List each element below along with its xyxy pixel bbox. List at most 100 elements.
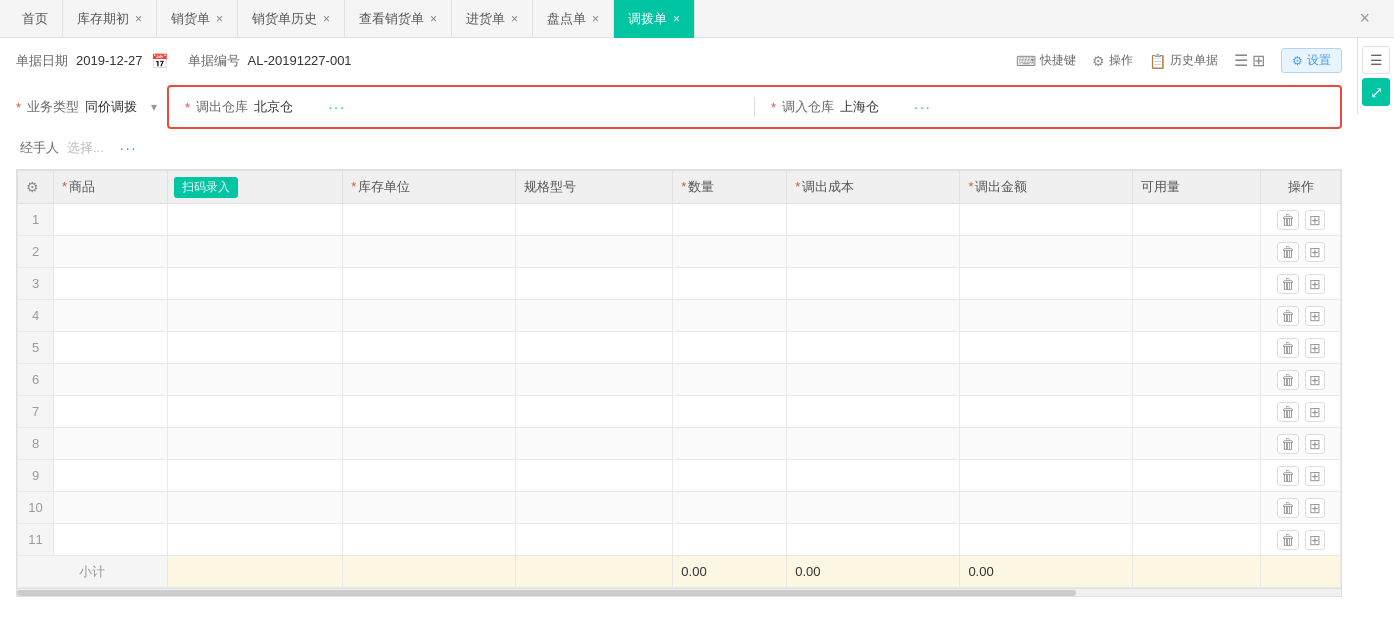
- delete-row-icon[interactable]: 🗑: [1277, 210, 1299, 230]
- person-more-icon[interactable]: ···: [120, 140, 138, 156]
- date-label: 单据日期: [16, 52, 68, 70]
- close-tab-sales-history[interactable]: ×: [323, 12, 330, 26]
- operate-action[interactable]: ⚙ 操作: [1092, 52, 1133, 69]
- close-tab-inventory-check[interactable]: ×: [592, 12, 599, 26]
- business-type-dropdown-icon[interactable]: ▾: [151, 100, 157, 114]
- copy-row-icon[interactable]: ⊞: [1305, 274, 1325, 294]
- delete-row-icon[interactable]: 🗑: [1277, 498, 1299, 518]
- table-row: 7 🗑 ⊞: [18, 396, 1341, 428]
- th-settings[interactable]: ⚙: [18, 171, 54, 204]
- delete-row-icon[interactable]: 🗑: [1277, 274, 1299, 294]
- subtotal-quantity: 0.00: [673, 556, 787, 588]
- subtotal-cost: 0.00: [787, 556, 960, 588]
- horizontal-scrollbar[interactable]: [17, 588, 1341, 596]
- copy-row-icon[interactable]: ⊞: [1305, 306, 1325, 326]
- scrollbar-thumb[interactable]: [17, 590, 1076, 596]
- warehouse-out-field: * 调出仓库 北京仓 ···: [185, 98, 738, 116]
- tab-purchase[interactable]: 进货单 ×: [452, 0, 533, 38]
- delete-row-icon[interactable]: 🗑: [1277, 306, 1299, 326]
- warehouse-in-value[interactable]: 上海仓: [840, 98, 900, 116]
- copy-row-icon[interactable]: ⊞: [1305, 466, 1325, 486]
- copy-row-icon[interactable]: ⊞: [1305, 210, 1325, 230]
- copy-row-icon[interactable]: ⊞: [1305, 530, 1325, 550]
- tab-inventory-init[interactable]: 库存期初 ×: [63, 0, 157, 38]
- delete-row-icon[interactable]: 🗑: [1277, 530, 1299, 550]
- close-tab-view-sales[interactable]: ×: [430, 12, 437, 26]
- delete-row-icon[interactable]: 🗑: [1277, 242, 1299, 262]
- calendar-icon[interactable]: 📅: [151, 53, 168, 69]
- scan-button[interactable]: 扫码录入: [174, 177, 238, 198]
- tab-sales-history[interactable]: 销货单历史 ×: [238, 0, 345, 38]
- settings-gear-icon: ⚙: [1292, 54, 1303, 68]
- data-table-container: ⚙ 商品 扫码录入 库存单位 规格型号 数量 调出成本 调出金额 可用量: [16, 169, 1342, 597]
- business-type-value[interactable]: 同价调拨: [85, 98, 145, 116]
- cell-spec[interactable]: [516, 204, 673, 236]
- shortcut-icon: ⌨: [1016, 53, 1036, 69]
- th-spec: 规格型号: [516, 171, 673, 204]
- th-scan[interactable]: 扫码录入: [167, 171, 342, 204]
- data-table: ⚙ 商品 扫码录入 库存单位 规格型号 数量 调出成本 调出金额 可用量: [17, 170, 1341, 588]
- doc-label: 单据编号: [188, 52, 240, 70]
- delete-row-icon[interactable]: 🗑: [1277, 338, 1299, 358]
- shortcut-label: 快捷键: [1040, 52, 1076, 69]
- warehouse-in-field: * 调入仓库 上海仓 ···: [771, 98, 1324, 116]
- business-type-field: * 业务类型 同价调拨 ▾: [16, 98, 157, 116]
- shortcut-action[interactable]: ⌨ 快捷键: [1016, 52, 1076, 69]
- date-value[interactable]: 2019-12-27: [76, 53, 143, 68]
- row-num: 4: [18, 300, 54, 332]
- copy-row-icon[interactable]: ⊞: [1305, 498, 1325, 518]
- window-close-button[interactable]: ×: [1351, 8, 1378, 28]
- operate-icon: ⚙: [1092, 53, 1105, 69]
- row-num: 7: [18, 396, 54, 428]
- close-tab-sales-order[interactable]: ×: [216, 12, 223, 26]
- doc-value: AL-20191227-001: [248, 53, 352, 68]
- cell-product[interactable]: [54, 204, 168, 236]
- subtotal-amount: 0.00: [960, 556, 1133, 588]
- history-action[interactable]: 📋 历史单据: [1149, 52, 1218, 69]
- th-quantity: 数量: [673, 171, 787, 204]
- delete-row-icon[interactable]: 🗑: [1277, 370, 1299, 390]
- sidebar-list-icon: ☰: [1370, 52, 1383, 68]
- warehouse-in-more-icon[interactable]: ···: [914, 99, 932, 115]
- tab-sales-order[interactable]: 销货单 ×: [157, 0, 238, 38]
- cell-quantity[interactable]: [673, 204, 787, 236]
- row-num: 10: [18, 492, 54, 524]
- th-unit: 库存单位: [343, 171, 516, 204]
- layout-list-icon[interactable]: ☰: [1234, 51, 1248, 70]
- tab-transfer[interactable]: 调拨单 ×: [614, 0, 695, 38]
- close-tab-inventory-init[interactable]: ×: [135, 12, 142, 26]
- copy-row-icon[interactable]: ⊞: [1305, 370, 1325, 390]
- form-row: * 业务类型 同价调拨 ▾ * 调出仓库 北京仓 ··· *: [16, 85, 1342, 129]
- person-label: 经手人: [20, 139, 59, 157]
- delete-row-icon[interactable]: 🗑: [1277, 402, 1299, 422]
- sidebar-expand-button[interactable]: ⤢: [1362, 78, 1390, 106]
- copy-row-icon[interactable]: ⊞: [1305, 338, 1325, 358]
- copy-row-icon[interactable]: ⊞: [1305, 242, 1325, 262]
- right-sidebar: ☰ ⤢: [1357, 38, 1394, 114]
- table-settings-icon[interactable]: ⚙: [26, 179, 39, 195]
- tab-view-sales[interactable]: 查看销货单 ×: [345, 0, 452, 38]
- warehouse-in-label: 调入仓库: [782, 98, 834, 116]
- person-select[interactable]: 选择...: [67, 139, 104, 157]
- layout-grid-icon[interactable]: ⊞: [1252, 51, 1265, 70]
- close-tab-transfer[interactable]: ×: [673, 12, 680, 26]
- delete-row-icon[interactable]: 🗑: [1277, 434, 1299, 454]
- warehouse-out-label: 调出仓库: [196, 98, 248, 116]
- cell-actions: 🗑 ⊞: [1261, 204, 1341, 236]
- close-tab-purchase[interactable]: ×: [511, 12, 518, 26]
- row-num: 6: [18, 364, 54, 396]
- tab-home[interactable]: 首页: [8, 0, 63, 38]
- settings-button[interactable]: ⚙ 设置: [1281, 48, 1342, 73]
- copy-row-icon[interactable]: ⊞: [1305, 402, 1325, 422]
- header-row: 单据日期 2019-12-27 📅 单据编号 AL-20191227-001 ⌨…: [16, 48, 1342, 73]
- tab-inventory-check[interactable]: 盘点单 ×: [533, 0, 614, 38]
- cell-amount[interactable]: [960, 204, 1133, 236]
- warehouse-out-value[interactable]: 北京仓: [254, 98, 314, 116]
- cell-cost[interactable]: [787, 204, 960, 236]
- warehouse-out-more-icon[interactable]: ···: [328, 99, 346, 115]
- table-row: 4 🗑 ⊞: [18, 300, 1341, 332]
- sidebar-list-button[interactable]: ☰: [1362, 46, 1390, 74]
- cell-unit[interactable]: [343, 204, 516, 236]
- copy-row-icon[interactable]: ⊞: [1305, 434, 1325, 454]
- delete-row-icon[interactable]: 🗑: [1277, 466, 1299, 486]
